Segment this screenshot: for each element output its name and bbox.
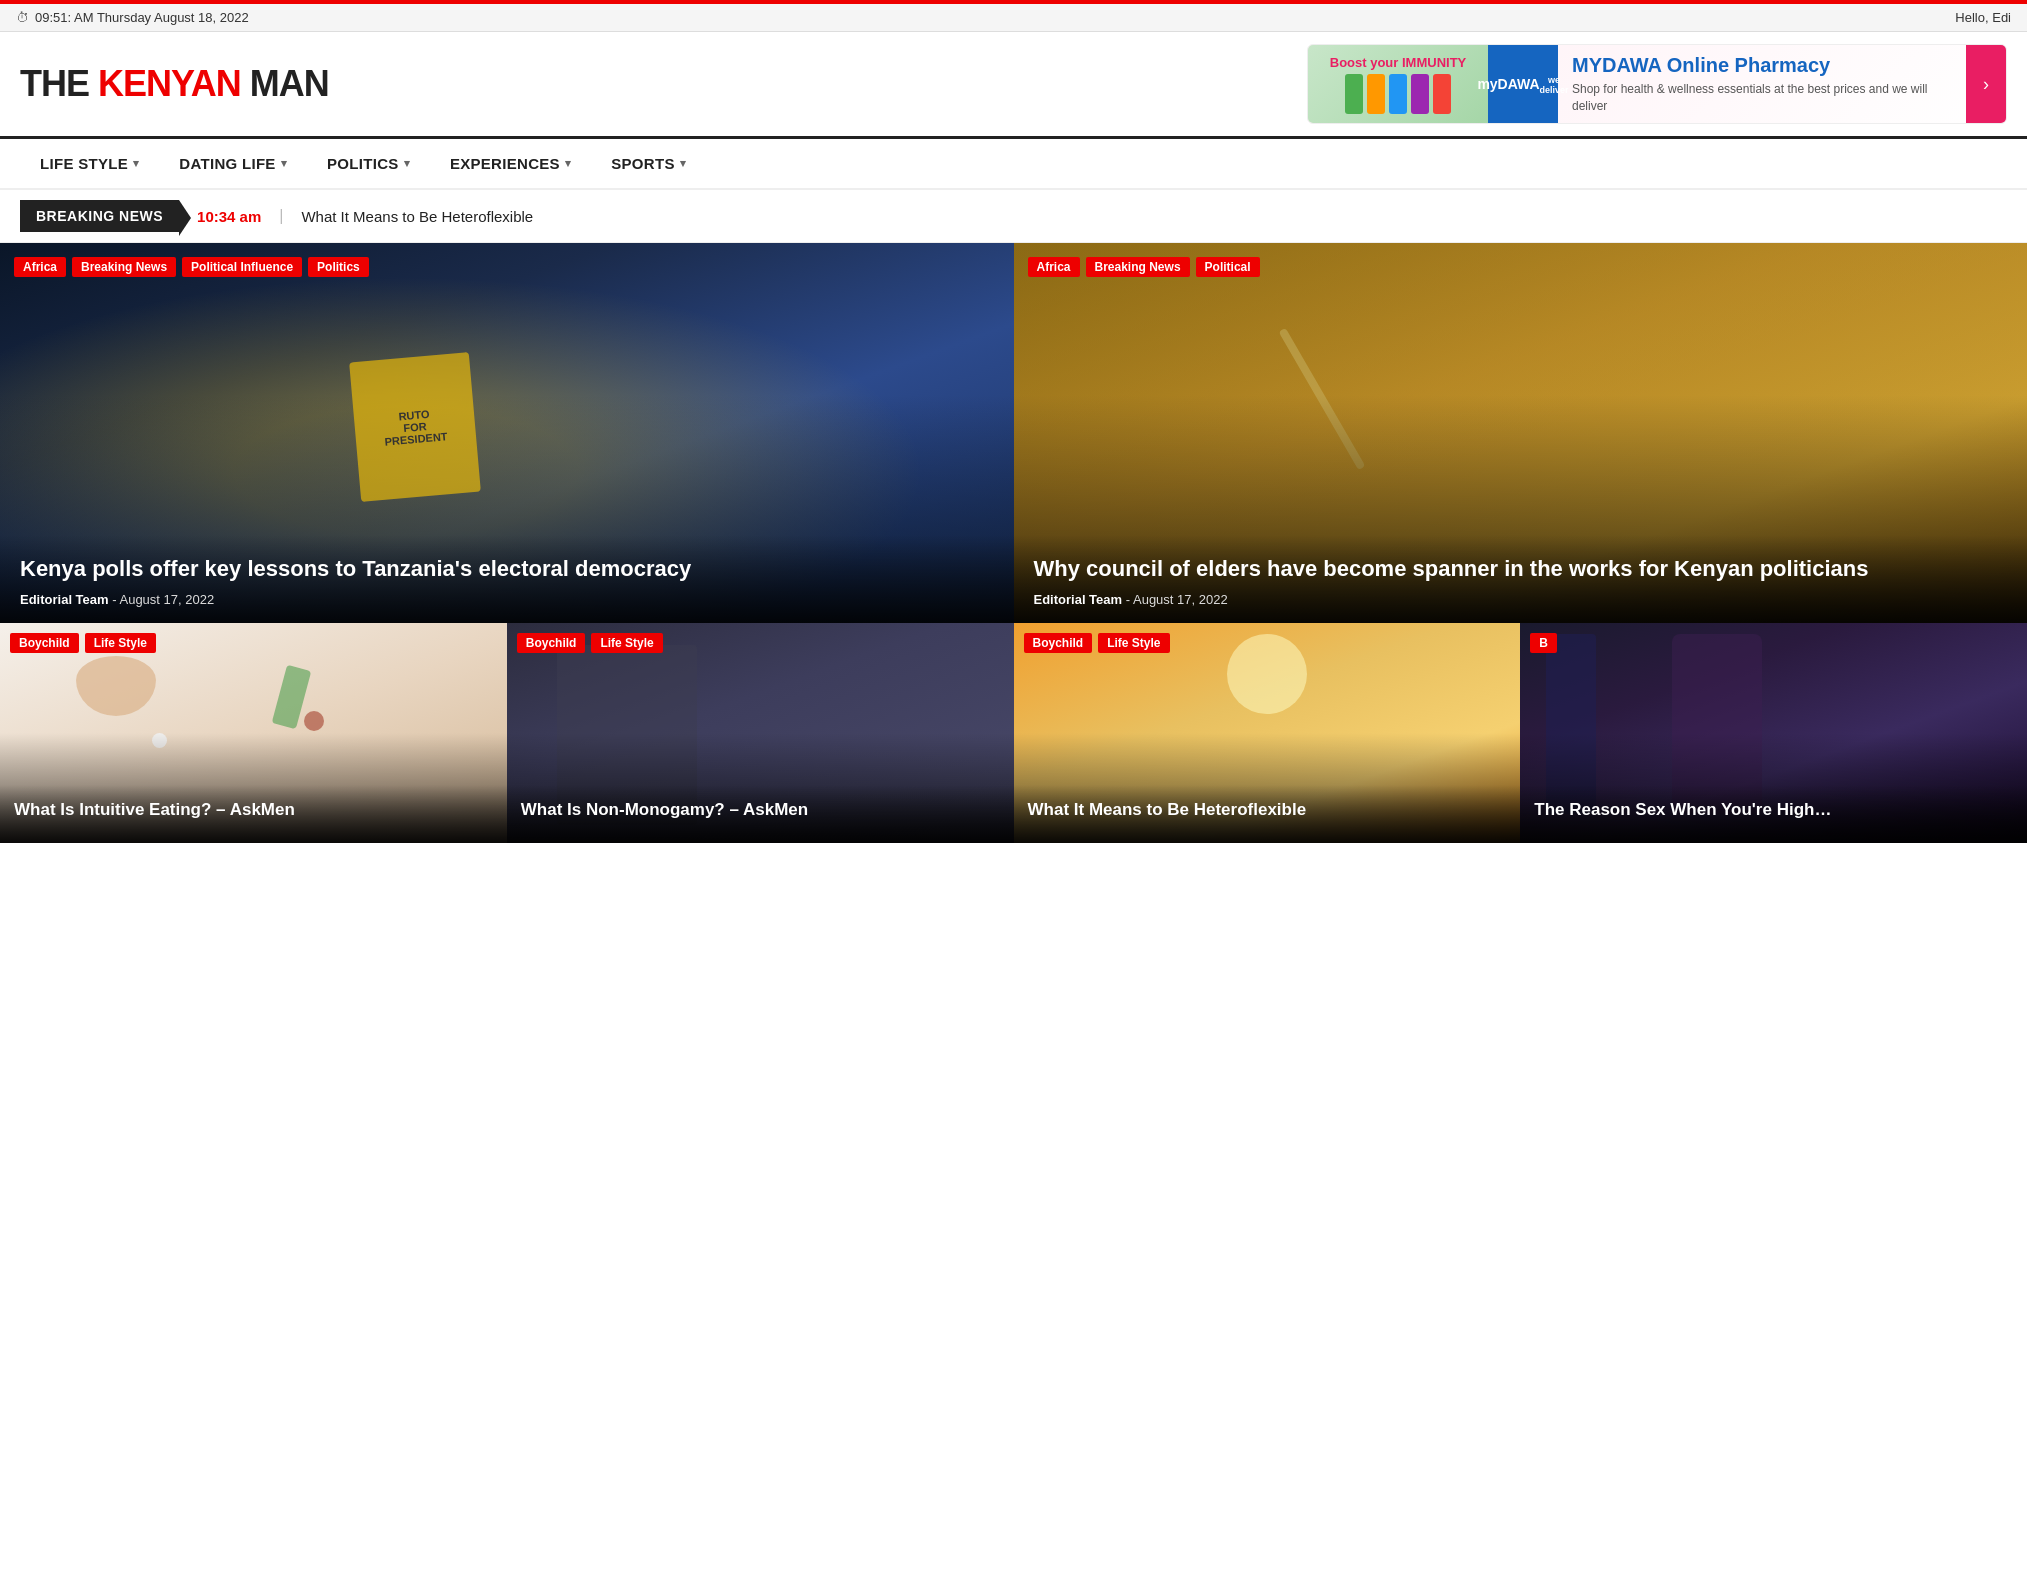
small-3-overlay: What It Means to Be Heteroflexible xyxy=(1014,785,1521,843)
small-2-tags: Boychild Life Style xyxy=(517,633,663,653)
header: THE KENYAN MAN Boost your IMMUNITY myDAW… xyxy=(0,32,2027,139)
small-article-1[interactable]: Boychild Life Style What Is Intuitive Ea… xyxy=(0,623,507,843)
article-1-author: Editorial Team xyxy=(20,592,109,607)
ad-text: MYDAWA Online Pharmacy Shop for health &… xyxy=(1558,44,1966,124)
small-1-tags: Boychild Life Style xyxy=(10,633,156,653)
tag-africa-2[interactable]: Africa xyxy=(1028,257,1080,277)
logo-the: THE xyxy=(20,63,98,104)
tag-lifestyle-3[interactable]: Life Style xyxy=(1098,633,1169,653)
featured-article-2[interactable]: Africa Breaking News Political Why counc… xyxy=(1014,243,2028,623)
tag-political-influence[interactable]: Political Influence xyxy=(182,257,302,277)
tag-africa[interactable]: Africa xyxy=(14,257,66,277)
small-articles-grid: Boychild Life Style What Is Intuitive Ea… xyxy=(0,623,2027,843)
article-1-meta: Editorial Team - August 17, 2022 xyxy=(20,592,994,607)
small-article-4[interactable]: B The Reason Sex When You're High… xyxy=(1520,623,2027,843)
top-bar: ⏱ 09:51: AM Thursday August 18, 2022 Hel… xyxy=(0,4,2027,32)
article-2-tags: Africa Breaking News Political xyxy=(1028,257,1260,277)
small-4-tags: B xyxy=(1530,633,1557,653)
article-2-date-separator: - xyxy=(1126,592,1133,607)
logo-man: MAN xyxy=(241,63,329,104)
breaking-news-badge: BREAKING NEWS xyxy=(20,200,179,232)
breaking-divider: | xyxy=(279,207,283,225)
nav-experiences[interactable]: EXPERIENCES ▾ xyxy=(430,139,591,188)
nav-sports[interactable]: SPORTS ▾ xyxy=(591,139,706,188)
featured-article-1[interactable]: RUTOFORPRESIDENT Africa Breaking News Po… xyxy=(0,243,1014,623)
breaking-news-bar: BREAKING NEWS 10:34 am | What It Means t… xyxy=(0,190,2027,243)
breaking-news-time: 10:34 am xyxy=(197,208,261,225)
small-2-title: What Is Non-Monogamy? – AskMen xyxy=(521,799,1000,821)
article-2-title: Why council of elders have become spanne… xyxy=(1034,555,2008,584)
tag-boychild-1[interactable]: Boychild xyxy=(10,633,79,653)
tag-boychild-2[interactable]: Boychild xyxy=(517,633,586,653)
article-1-date: August 17, 2022 xyxy=(119,592,214,607)
small-3-tags: Boychild Life Style xyxy=(1024,633,1170,653)
tag-breaking-news[interactable]: Breaking News xyxy=(72,257,176,277)
clock-icon: ⏱ xyxy=(16,10,29,25)
top-bar-left: ⏱ 09:51: AM Thursday August 18, 2022 xyxy=(16,10,249,25)
greeting-text: Hello, Edi xyxy=(1955,10,2011,25)
ad-description: Shop for health & wellness essentials at… xyxy=(1572,81,1952,115)
small-4-title: The Reason Sex When You're High… xyxy=(1534,799,2013,821)
tag-political-2[interactable]: Political xyxy=(1196,257,1260,277)
tag-politics[interactable]: Politics xyxy=(308,257,369,277)
nav-lifestyle[interactable]: LIFE STYLE ▾ xyxy=(20,139,159,188)
datetime-text: 09:51: AM Thursday August 18, 2022 xyxy=(35,10,249,25)
featured-grid: RUTOFORPRESIDENT Africa Breaking News Po… xyxy=(0,243,2027,623)
ad-title: MYDAWA Online Pharmacy xyxy=(1572,54,1952,77)
site-logo[interactable]: THE KENYAN MAN xyxy=(20,63,329,105)
ad-banner[interactable]: Boost your IMMUNITY myDAWA we deliver MY… xyxy=(1307,44,2007,124)
chevron-down-icon: ▾ xyxy=(133,157,139,170)
chevron-down-icon: ▾ xyxy=(404,157,410,170)
article-1-overlay: Kenya polls offer key lessons to Tanzani… xyxy=(0,535,1014,623)
tag-lifestyle-1[interactable]: Life Style xyxy=(85,633,156,653)
small-1-title: What Is Intuitive Eating? – AskMen xyxy=(14,799,493,821)
article-1-title: Kenya polls offer key lessons to Tanzani… xyxy=(20,555,994,584)
breaking-news-text: What It Means to Be Heteroflexible xyxy=(301,208,533,225)
nav-datinglife[interactable]: DATING LIFE ▾ xyxy=(159,139,307,188)
article-2-date: August 17, 2022 xyxy=(1133,592,1228,607)
chevron-down-icon: ▾ xyxy=(565,157,571,170)
tag-breaking-news-2[interactable]: Breaking News xyxy=(1086,257,1190,277)
article-2-author: Editorial Team xyxy=(1034,592,1123,607)
small-1-overlay: What Is Intuitive Eating? – AskMen xyxy=(0,785,507,843)
article-2-meta: Editorial Team - August 17, 2022 xyxy=(1034,592,2008,607)
tag-lifestyle-2[interactable]: Life Style xyxy=(591,633,662,653)
article-1-tags: Africa Breaking News Political Influence… xyxy=(14,257,369,277)
tag-b-4[interactable]: B xyxy=(1530,633,1557,653)
chevron-down-icon: ▾ xyxy=(680,157,686,170)
ad-boost-label: Boost your IMMUNITY xyxy=(1330,55,1467,70)
tag-boychild-3[interactable]: Boychild xyxy=(1024,633,1093,653)
small-2-overlay: What Is Non-Monogamy? – AskMen xyxy=(507,785,1014,843)
ad-image: Boost your IMMUNITY xyxy=(1308,44,1488,124)
small-article-3[interactable]: Boychild Life Style What It Means to Be … xyxy=(1014,623,1521,843)
ad-logo: myDAWA we deliver xyxy=(1488,44,1558,124)
small-4-overlay: The Reason Sex When You're High… xyxy=(1520,785,2027,843)
article-2-overlay: Why council of elders have become spanne… xyxy=(1014,535,2028,623)
ad-button[interactable]: › xyxy=(1966,45,2006,123)
chevron-down-icon: ▾ xyxy=(281,157,287,170)
main-nav: LIFE STYLE ▾ DATING LIFE ▾ POLITICS ▾ EX… xyxy=(0,139,2027,190)
nav-politics[interactable]: POLITICS ▾ xyxy=(307,139,430,188)
small-article-2[interactable]: Boychild Life Style What Is Non-Monogamy… xyxy=(507,623,1014,843)
logo-kenyan: KENYAN xyxy=(98,63,241,104)
small-3-title: What It Means to Be Heteroflexible xyxy=(1028,799,1507,821)
